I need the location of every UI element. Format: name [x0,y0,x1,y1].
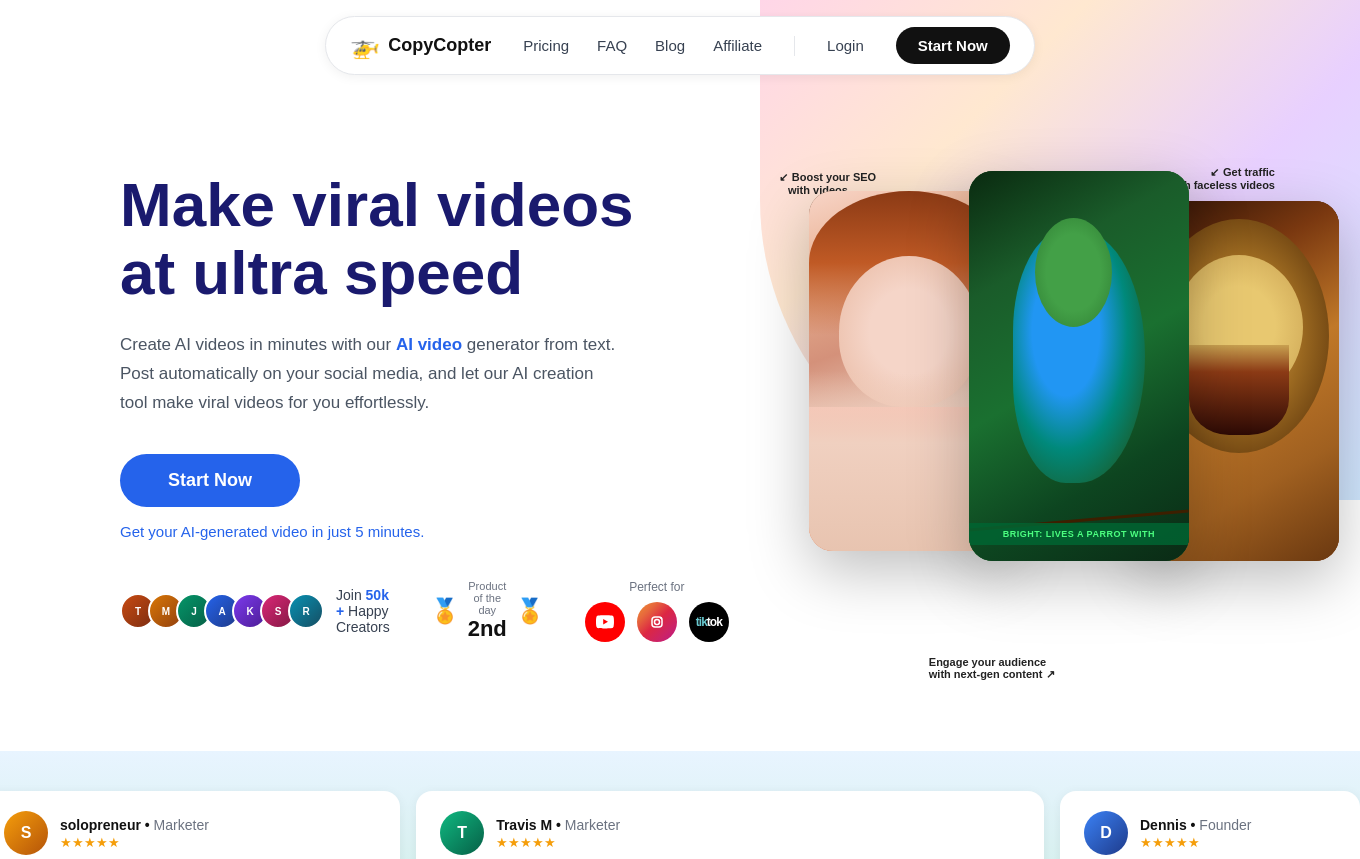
nav-links: Pricing FAQ Blog Affiliate [523,37,762,54]
arrow-seo-icon: ↙ [779,171,788,184]
login-link[interactable]: Login [827,37,864,54]
hero-description: Create AI videos in minutes with our AI … [120,331,620,418]
review-stars-travis: ★★★★★ [496,835,620,850]
reviews-row-1: S solopreneur • Marketer ★★★★★ best cont… [0,791,1360,859]
phone-mockup-parrot: BRIGHT: LIVES A PARROT WITH [969,171,1189,561]
cta-subtitle: Get your AI-generated video in just 5 mi… [120,523,729,540]
nav-affiliate[interactable]: Affiliate [713,37,762,54]
nav-pricing[interactable]: Pricing [523,37,569,54]
avatar-7: R [288,593,324,629]
review-name-1: solopreneur • Marketer [60,817,209,833]
social-icons: tiktok [585,602,729,642]
nav-faq[interactable]: FAQ [597,37,627,54]
nav-divider [794,36,795,56]
review-meta-dennis: Dennis • Founder ★★★★★ [1140,817,1252,850]
svg-point-2 [660,617,662,619]
review-stars-dennis: ★★★★★ [1140,835,1252,850]
reviews-section: S solopreneur • Marketer ★★★★★ best cont… [0,751,1360,859]
review-avatar-dennis: D [1084,811,1128,855]
arrow-engage-icon: ↗ [1046,668,1055,680]
happy-creators-group: T M J A K S R Join 50k + Happy Creators [120,587,390,635]
instagram-icon[interactable] [637,602,677,642]
annotation-engage: Engage your audiencewith next-gen conten… [929,656,1055,681]
review-name-travis: Travis M • Marketer [496,817,620,833]
hero-title: Make viral videos at ultra speed [120,171,729,307]
logo-link[interactable]: 🚁 CopyCopter [350,32,491,60]
product-day-inner: Product of the day 2nd [468,580,507,642]
review-stars-1: ★★★★★ [60,835,209,850]
nav-inner: 🚁 CopyCopter Pricing FAQ Blog Affiliate … [325,16,1035,75]
product-day-rank: 2nd [468,616,507,642]
review-header-dennis: D Dennis • Founder ★★★★★ [1084,811,1336,855]
social-proof: T M J A K S R Join 50k + Happy Creators … [120,580,729,642]
review-header-travis: T Travis M • Marketer ★★★★★ [440,811,1020,855]
nav-blog[interactable]: Blog [655,37,685,54]
phone-image-parrot [969,171,1189,561]
start-now-button-nav[interactable]: Start Now [896,27,1010,64]
product-of-day: 🏅 Product of the day 2nd 🏅 [430,580,545,642]
avatars-group: T M J A K S R [120,593,324,629]
review-name-dennis: Dennis • Founder [1140,817,1252,833]
laurel-right-icon: 🏅 [515,597,545,625]
review-meta-1: solopreneur • Marketer ★★★★★ [60,817,209,850]
laurel-left-icon: 🏅 [430,597,460,625]
product-day-label: Product of the day [468,580,507,616]
review-card-travis: T Travis M • Marketer ★★★★★ They ship in… [416,791,1044,859]
perfect-for-group: Perfect for tiktok [585,580,729,642]
review-meta-travis: Travis M • Marketer ★★★★★ [496,817,620,850]
review-avatar-travis: T [440,811,484,855]
logo-icon: 🚁 [350,32,380,60]
review-header-1: S solopreneur • Marketer ★★★★★ [4,811,376,855]
hero-right: ↙Boost your SEO with videos ↙Get traffic… [749,151,1280,711]
svg-point-1 [654,620,659,625]
youtube-icon[interactable] [585,602,625,642]
perfect-for-label: Perfect for [629,580,684,594]
parrot-text-badge: BRIGHT: LIVES A PARROT WITH [969,523,1189,545]
start-now-button-hero[interactable]: Start Now [120,454,300,507]
hero-section: Make viral videos at ultra speed Create … [0,91,1360,751]
hero-left: Make viral videos at ultra speed Create … [120,151,729,642]
arrow-traffic-icon: ↙ [1210,166,1219,179]
review-card-partial-1: S solopreneur • Marketer ★★★★★ best cont… [0,791,400,859]
tiktok-icon[interactable]: tiktok [689,602,729,642]
navbar: 🚁 CopyCopter Pricing FAQ Blog Affiliate … [0,0,1360,91]
logo-text: CopyCopter [388,35,491,56]
join-text: Join 50k + Happy Creators [336,587,390,635]
review-avatar-1: S [4,811,48,855]
review-card-dennis: D Dennis • Founder ★★★★★ 🤩 [1060,791,1360,859]
